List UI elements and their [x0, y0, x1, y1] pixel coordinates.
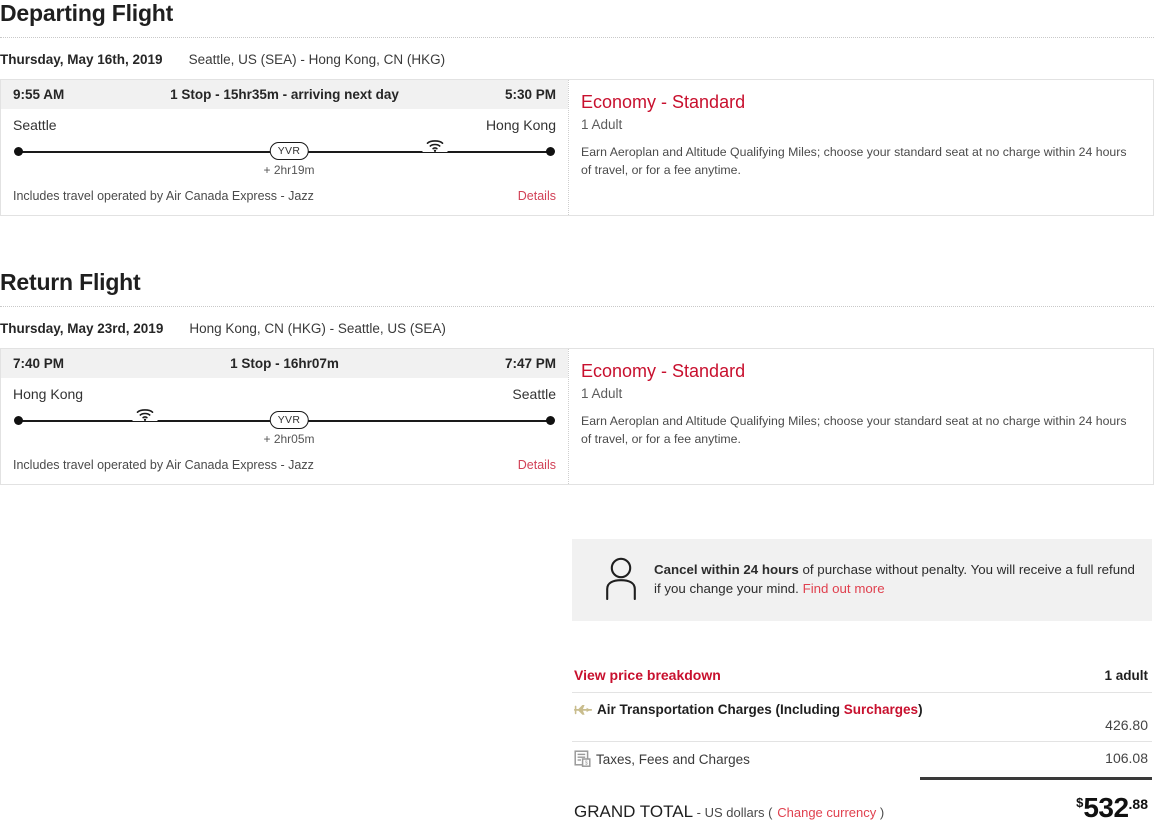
departing-details-link[interactable]: Details	[518, 189, 556, 203]
return-route-line: Thursday, May 23rd, 2019 Hong Kong, CN (…	[0, 307, 1154, 348]
price-row-air-transportation: Air Transportation Charges (Including Su…	[572, 692, 1152, 741]
departing-route: Seattle, US (SEA) - Hong Kong, CN (HKG)	[188, 52, 446, 67]
return-city-row: Hong Kong Seattle	[13, 386, 556, 406]
air-transportation-amount: 426.80	[1105, 717, 1148, 733]
return-itinerary-header: 7:40 PM 1 Stop - 16hr07m 7:47 PM	[1, 349, 568, 378]
return-date: Thursday, May 23rd, 2019	[0, 321, 164, 336]
taxes-label: $ Taxes, Fees and Charges	[574, 750, 750, 769]
currency-label: - US dollars (	[693, 805, 773, 821]
price-row-taxes: $ Taxes, Fees and Charges 106.08	[572, 741, 1152, 777]
change-currency-link[interactable]: Change currency	[777, 805, 876, 820]
return-layover: + 2hr05m	[263, 432, 315, 446]
departing-fare-description: Earn Aeroplan and Altitude Qualifying Mi…	[581, 145, 1127, 177]
grand-total-row: GRAND TOTAL - US dollars ( Change curren…	[572, 780, 1152, 823]
departing-flight-path: YVR + 2hr19m	[14, 139, 555, 177]
return-operated-by: Includes travel operated by Air Canada E…	[13, 458, 314, 472]
taxes-label-text: Taxes, Fees and Charges	[596, 752, 750, 767]
departing-operated-by: Includes travel operated by Air Canada E…	[13, 189, 314, 203]
price-breakdown-header: View price breakdown 1 adult	[572, 663, 1152, 692]
path-origin-dot	[14, 147, 23, 156]
airplane-icon	[573, 703, 593, 717]
svg-text:$: $	[585, 760, 588, 766]
departing-layover: + 2hr19m	[263, 163, 315, 177]
departing-route-line: Thursday, May 16th, 2019 Seattle, US (SE…	[0, 38, 1154, 79]
wifi-icon	[132, 408, 158, 421]
return-summary: 1 Stop - 16hr07m	[230, 356, 339, 371]
return-fare-pax: 1 Adult	[581, 386, 623, 401]
departing-itinerary: 9:55 AM 1 Stop - 15hr35m - arriving next…	[1, 80, 569, 215]
view-price-breakdown-link[interactable]: View price breakdown	[574, 667, 721, 683]
departing-fare-panel: Economy - Standard 1 Adult Earn Aeroplan…	[569, 80, 1153, 215]
taxes-amount: 106.08	[1105, 750, 1148, 766]
booking-summary-page: Departing Flight Thursday, May 16th, 201…	[0, 0, 1154, 823]
return-destination-city: Seattle	[512, 386, 556, 402]
path-origin-dot	[14, 416, 23, 425]
return-depart-time: 7:40 PM	[13, 356, 65, 371]
return-origin-city: Hong Kong	[13, 386, 84, 402]
price-breakdown-section: View price breakdown 1 adult Air Transpo…	[572, 663, 1152, 823]
grand-total-text: GRAND TOTAL	[574, 802, 694, 822]
return-flight-path: YVR + 2hr05m	[14, 408, 555, 446]
return-arrive-time: 7:47 PM	[504, 356, 556, 371]
air-transportation-label: Air Transportation Charges (Including Su…	[573, 701, 923, 719]
surcharges-link[interactable]: Surcharges	[844, 702, 918, 717]
departing-section-title: Departing Flight	[0, 0, 174, 26]
departing-origin-city: Seattle	[13, 117, 57, 133]
path-destination-dot	[546, 416, 555, 425]
receipt-icon: $	[574, 750, 591, 767]
departing-stop-code[interactable]: YVR	[269, 142, 309, 160]
grand-total-amount: $532.88	[1076, 792, 1148, 823]
cancellation-notice: Cancel within 24 hours of purchase witho…	[572, 539, 1152, 621]
person-icon	[588, 556, 654, 605]
wifi-icon	[422, 139, 448, 152]
air-transportation-label-bold: Air Transportation Charges (Including	[597, 702, 844, 717]
departing-fare-name[interactable]: Economy - Standard	[581, 92, 1135, 117]
return-stop-code[interactable]: YVR	[269, 411, 309, 429]
return-section-title: Return Flight	[0, 269, 141, 295]
departing-city-row: Seattle Hong Kong	[13, 117, 556, 137]
path-destination-dot	[546, 147, 555, 156]
return-itinerary: 7:40 PM 1 Stop - 16hr07m 7:47 PM Hong Ko…	[1, 349, 569, 484]
find-out-more-link[interactable]: Find out more	[803, 581, 885, 596]
departing-depart-time: 9:55 AM	[13, 87, 65, 102]
departing-fare-pax: 1 Adult	[581, 117, 623, 132]
return-details-link[interactable]: Details	[518, 458, 556, 472]
return-fare-name[interactable]: Economy - Standard	[581, 361, 1135, 386]
total-whole: 532	[1083, 792, 1129, 823]
departing-itinerary-body: Seattle Hong Kong YVR + 2hr19m	[1, 109, 568, 177]
departing-summary: 1 Stop - 15hr35m - arriving next day	[170, 87, 399, 102]
return-itinerary-body: Hong Kong Seattle YVR + 2hr05m	[1, 378, 568, 446]
notice-box: Cancel within 24 hours of purchase witho…	[572, 539, 1152, 621]
grand-total-label: GRAND TOTAL - US dollars ( Change curren…	[574, 802, 884, 822]
total-cents: .88	[1128, 796, 1148, 813]
departing-destination-city: Hong Kong	[485, 117, 556, 133]
air-transportation-label-tail: )	[918, 702, 923, 717]
notice-bold-lead: Cancel within 24 hours	[654, 562, 799, 578]
departing-flight-section: Departing Flight Thursday, May 16th, 201…	[0, 0, 1154, 216]
currency-close: )	[876, 805, 885, 821]
return-fare-panel: Economy - Standard 1 Adult Earn Aeroplan…	[569, 349, 1153, 484]
return-route: Hong Kong, CN (HKG) - Seattle, US (SEA)	[189, 321, 446, 336]
return-flight-card: 7:40 PM 1 Stop - 16hr07m 7:47 PM Hong Ko…	[0, 348, 1154, 485]
departing-arrive-time: 5:30 PM	[504, 87, 556, 102]
departing-itinerary-header: 9:55 AM 1 Stop - 15hr35m - arriving next…	[1, 80, 568, 109]
departing-flight-card: 9:55 AM 1 Stop - 15hr35m - arriving next…	[0, 79, 1154, 216]
return-fare-description: Earn Aeroplan and Altitude Qualifying Mi…	[581, 414, 1127, 446]
passenger-count: 1 adult	[1104, 668, 1148, 683]
notice-text: Cancel within 24 hours of purchase witho…	[654, 561, 1136, 599]
return-flight-section: Return Flight Thursday, May 23rd, 2019 H…	[0, 269, 1154, 485]
departing-date: Thursday, May 16th, 2019	[0, 52, 163, 67]
